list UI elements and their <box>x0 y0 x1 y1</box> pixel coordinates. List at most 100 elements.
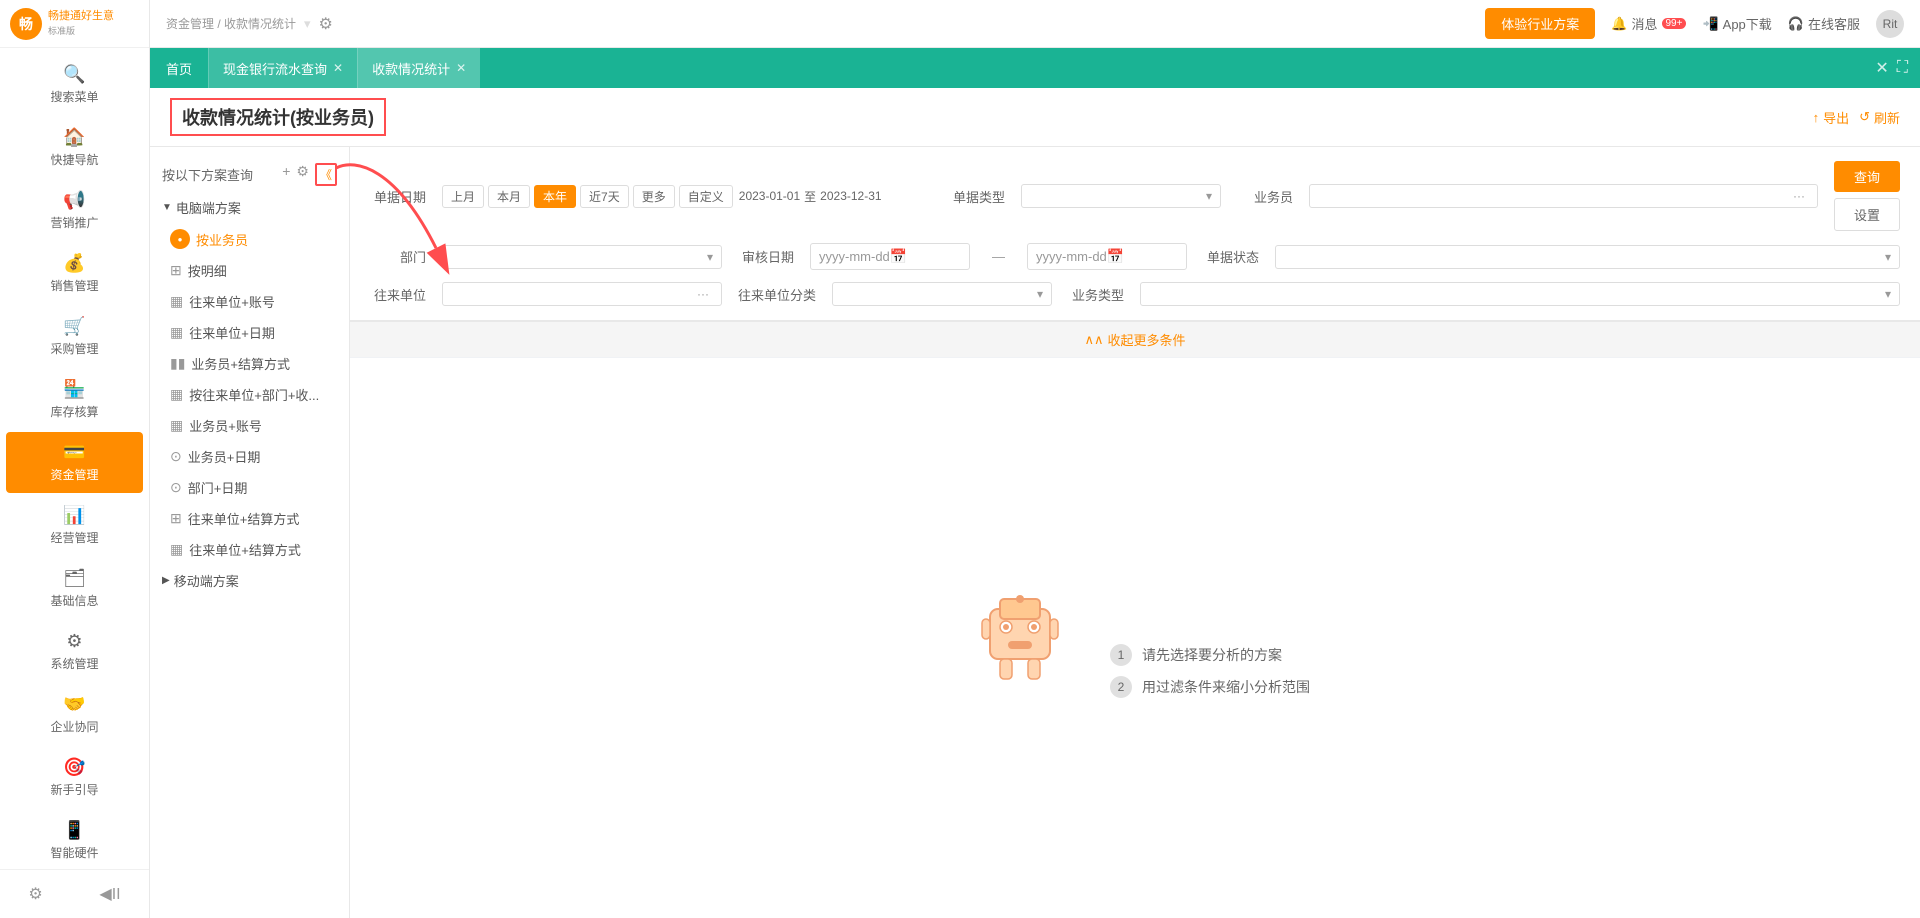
table4-icon: ▦ <box>170 417 183 434</box>
sidebar-item-sales[interactable]: 💰 销售管理 <box>6 243 143 304</box>
voucher-type-select[interactable]: ▾ <box>1021 184 1221 208</box>
staff-label: 业务员 <box>1237 187 1293 206</box>
date-range: 2023-01-01 至 2023-12-31 <box>739 188 882 205</box>
folder-icon: 🗂 <box>63 568 86 589</box>
panel-settings-icon[interactable]: ⚙ <box>296 163 309 186</box>
tree-item-staff-date[interactable]: ⊙ 业务员+日期 <box>150 441 349 472</box>
app-download-action[interactable]: 📲 App下载 <box>1702 14 1771 33</box>
date-btn-last7[interactable]: 近7天 <box>580 185 629 208</box>
date-btn-this-month[interactable]: 本月 <box>488 185 530 208</box>
date-btn-more[interactable]: 更多 <box>633 185 675 208</box>
table1-icon: ▦ <box>170 293 183 310</box>
dept-select[interactable]: ▾ <box>442 245 722 269</box>
review-date-from[interactable]: yyyy-mm-dd 📅 <box>810 243 970 270</box>
avatar: Rit <box>1876 10 1904 38</box>
calendar2-icon[interactable]: 📅 <box>1107 248 1124 265</box>
sidebar-item-system[interactable]: ⚙ 系统管理 <box>6 621 143 682</box>
collapse-bottom-icon[interactable]: ◀II <box>95 880 124 908</box>
download-icon: 📲 <box>1702 16 1718 32</box>
refresh-button[interactable]: ↺ 刷新 <box>1859 108 1900 127</box>
tab-receipt[interactable]: 收款情况统计 ✕ <box>357 48 480 88</box>
voucher-type-label: 单据类型 <box>949 187 1005 206</box>
tree-item-by-staff[interactable]: ● 按业务员 <box>150 223 349 255</box>
tree-item-by-cust-dept[interactable]: ▦ 按往来单位+部门+收... <box>150 379 349 410</box>
page-title: 收款情况统计(按业务员) <box>170 98 386 136</box>
tab-bar-right: ✕ ⛶ <box>1875 58 1920 78</box>
tree-item-cust-settle2[interactable]: ▦ 往来单位+结算方式 <box>150 534 349 565</box>
tree-item-staff-account[interactable]: ▦ 业务员+账号 <box>150 410 349 441</box>
topbar-settings-icon[interactable]: ⚙ <box>319 14 333 34</box>
bell-icon: 🔔 <box>1611 16 1627 32</box>
sidebar-item-quicknav[interactable]: 🏠 快捷导航 <box>6 117 143 178</box>
sidebar-nav: 🔍 搜索菜单 🏠 快捷导航 📢 营销推广 💰 销售管理 🛒 采购管理 🏪 库存核… <box>0 48 149 869</box>
sidebar: 畅 畅捷通好生意 标准版 🔍 搜索菜单 🏠 快捷导航 📢 营销推广 💰 销售管理… <box>0 0 150 918</box>
empty-steps: 1 请先选择要分析的方案 2 用过滤条件来缩小分析范围 <box>1110 644 1310 708</box>
tree-item-staff-settle[interactable]: ▮▮ 业务员+结算方式 <box>150 348 349 379</box>
user-action[interactable]: Rit <box>1876 10 1904 38</box>
tab-bank[interactable]: 现金银行流水查询 ✕ <box>208 48 357 88</box>
sidebar-bottom: ⚙ ◀II <box>0 869 149 918</box>
sidebar-item-purchase[interactable]: 🛒 采购管理 <box>6 306 143 367</box>
partner-select[interactable]: ··· <box>442 282 722 306</box>
calendar1-icon[interactable]: 📅 <box>890 248 907 265</box>
mobile-icon: 📱 <box>63 820 85 841</box>
sidebar-item-basic[interactable]: 🗂 基础信息 <box>6 558 143 619</box>
date-btn-this-year[interactable]: 本年 <box>534 185 576 208</box>
tree-item-by-detail[interactable]: ⊞ 按明细 <box>150 255 349 286</box>
tree-item-customer-date[interactable]: ▦ 往来单位+日期 <box>150 317 349 348</box>
dept-label: 部门 <box>370 247 426 266</box>
fullscreen-icon[interactable]: ⛶ <box>1897 59 1908 77</box>
tree-group-desktop[interactable]: ▼ 电脑端方案 <box>150 192 349 223</box>
biz-type-select[interactable]: ▾ <box>1140 282 1900 306</box>
refresh-icon: ↺ <box>1859 109 1870 125</box>
collapse-bar[interactable]: ∧∧ 收起更多条件 <box>350 321 1920 357</box>
tree-item-cust-settle1[interactable]: ⊞ 往来单位+结算方式 <box>150 503 349 534</box>
filter-area: 单据日期 上月 本月 本年 近7天 更多 自定义 2023- <box>350 147 1920 321</box>
partner-type-dropdown-icon: ▾ <box>1037 287 1043 301</box>
date-btn-last-month[interactable]: 上月 <box>442 185 484 208</box>
query-button[interactable]: 查询 <box>1834 161 1900 192</box>
tab-close-all-icon[interactable]: ✕ <box>1875 58 1888 78</box>
content-area: 按以下方案查询 + ⚙ 《 ▼ 电脑端方案 ● 按业务员 <box>150 147 1920 918</box>
date-btn-custom[interactable]: 自定义 <box>679 185 733 208</box>
left-panel-icons: + ⚙ 《 <box>282 163 337 186</box>
step1-num: 1 <box>1110 644 1132 666</box>
settings-bottom-icon[interactable]: ⚙ <box>24 880 46 908</box>
target-icon: 🎯 <box>63 757 85 778</box>
message-action[interactable]: 🔔 消息 99+ <box>1611 14 1686 33</box>
trial-button[interactable]: 体验行业方案 <box>1485 8 1595 39</box>
left-panel-title: 按以下方案查询 <box>162 165 282 184</box>
voucher-status-select[interactable]: ▾ <box>1275 245 1900 269</box>
tree-item-customer-account[interactable]: ▦ 往来单位+账号 <box>150 286 349 317</box>
table2-icon: ▦ <box>170 324 183 341</box>
tree-group-mobile[interactable]: ▶ 移动端方案 <box>150 565 349 596</box>
filter-settings-button[interactable]: 设置 <box>1834 198 1900 231</box>
filter-row-1: 单据日期 上月 本月 本年 近7天 更多 自定义 2023- <box>370 161 1900 231</box>
tab-receipt-close[interactable]: ✕ <box>456 61 466 75</box>
export-button[interactable]: ↑ 导出 <box>1813 108 1850 127</box>
date-label: 单据日期 <box>370 187 426 206</box>
sidebar-item-guide[interactable]: 🎯 新手引导 <box>6 747 143 808</box>
sidebar-item-hardware[interactable]: 📱 智能硬件 <box>6 810 143 869</box>
tab-bank-close[interactable]: ✕ <box>333 61 343 75</box>
sidebar-item-fund[interactable]: 💳 资金管理 <box>6 432 143 493</box>
dept-dropdown-icon: ▾ <box>707 250 713 264</box>
customer-service-action[interactable]: 🎧 在线客服 <box>1788 14 1860 33</box>
review-date-to[interactable]: yyyy-mm-dd 📅 <box>1027 243 1187 270</box>
tree-item-dept-date[interactable]: ⊙ 部门+日期 <box>150 472 349 503</box>
sidebar-item-stock[interactable]: 🏪 库存核算 <box>6 369 143 430</box>
biz-type-label: 业务类型 <box>1068 285 1124 304</box>
voucher-status-label: 单据状态 <box>1203 247 1259 266</box>
partner-type-select[interactable]: ▾ <box>832 282 1052 306</box>
panel-add-icon[interactable]: + <box>282 163 290 186</box>
sidebar-item-marketing[interactable]: 📢 营销推广 <box>6 180 143 241</box>
sidebar-item-operation[interactable]: 📊 经营管理 <box>6 495 143 556</box>
panel-collapse-icon[interactable]: 《 <box>315 163 337 186</box>
chart-icon: 📊 <box>63 505 85 526</box>
tab-home[interactable]: 首页 <box>150 48 208 88</box>
sidebar-logo: 畅 畅捷通好生意 标准版 <box>0 0 149 48</box>
sidebar-item-company[interactable]: 🤝 企业协同 <box>6 684 143 745</box>
staff-select[interactable]: ··· <box>1309 184 1818 208</box>
logo-name: 畅捷通好生意 <box>48 10 114 23</box>
sidebar-item-search[interactable]: 🔍 搜索菜单 <box>6 54 143 115</box>
